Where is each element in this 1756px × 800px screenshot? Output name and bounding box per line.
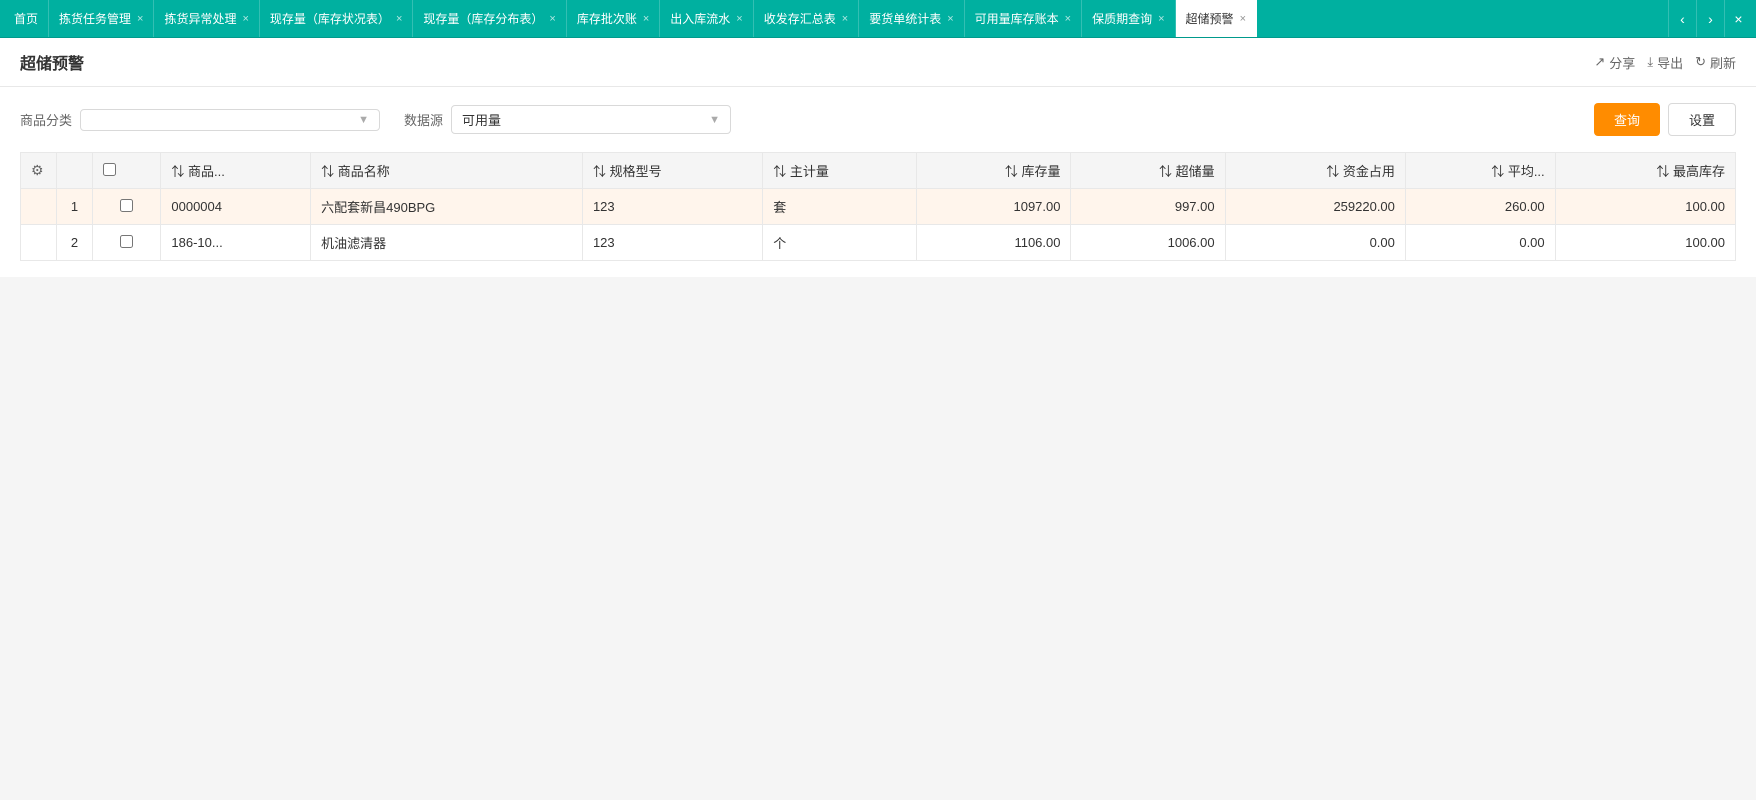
td-capital: 259220.00 <box>1225 189 1405 225</box>
td-overstock: 997.00 <box>1071 189 1225 225</box>
nav-tab-in-out-flow[interactable]: 出入库流水 × <box>660 0 753 38</box>
header-actions: ↗ 分享 ⤓ 导出 ↻ 刷新 <box>1594 53 1736 72</box>
refresh-icon: ↻ <box>1695 54 1706 70</box>
close-icon[interactable]: × <box>842 13 848 25</box>
nav-tab-batch-account[interactable]: 库存批次账 × <box>567 0 660 38</box>
th-avg[interactable]: ⇅ 平均... <box>1405 153 1555 189</box>
close-icon[interactable]: × <box>137 13 143 25</box>
category-filter: 商品分类 ▼ <box>20 109 380 131</box>
table-header-row: ⚙ ⇅ 商品... ⇅ 商品名称 ⇅ 规格型号 ⇅ 主计量 <box>21 153 1736 189</box>
main-content: 商品分类 ▼ 数据源 可用量 ▼ 查询 设置 ⚙ <box>0 87 1756 277</box>
th-overstock[interactable]: ⇅ 超储量 <box>1071 153 1225 189</box>
nav-arrow-close[interactable]: × <box>1724 0 1752 38</box>
nav-tab-overstock-warning[interactable]: 超储预警 × <box>1176 0 1257 38</box>
close-icon[interactable]: × <box>947 13 953 25</box>
td-max-stock: 100.00 <box>1555 225 1735 261</box>
nav-tab-order-stats[interactable]: 要货单统计表 × <box>859 0 964 38</box>
filter-actions: 查询 设置 <box>1594 103 1736 136</box>
td-num: 1 <box>57 189 93 225</box>
close-icon[interactable]: × <box>549 13 555 25</box>
share-icon: ↗ <box>1594 54 1605 70</box>
th-unit[interactable]: ⇅ 主计量 <box>763 153 917 189</box>
nav-tab-task-mgmt[interactable]: 拣货任务管理 × <box>49 0 154 38</box>
filter-row: 商品分类 ▼ 数据源 可用量 ▼ 查询 设置 <box>20 103 1736 136</box>
datasource-filter: 数据源 可用量 ▼ <box>404 105 731 134</box>
nav-arrow-right[interactable]: › <box>1696 0 1724 38</box>
data-table: ⚙ ⇅ 商品... ⇅ 商品名称 ⇅ 规格型号 ⇅ 主计量 <box>20 152 1736 261</box>
nav-arrow-left[interactable]: ‹ <box>1668 0 1696 38</box>
th-product-code[interactable]: ⇅ 商品... <box>161 153 311 189</box>
nav-tab-available-account[interactable]: 可用量库存账本 × <box>965 0 1082 38</box>
query-button[interactable]: 查询 <box>1594 103 1660 136</box>
settings-button[interactable]: 设置 <box>1668 103 1736 136</box>
category-select[interactable]: ▼ <box>80 109 380 131</box>
nav-tab-home[interactable]: 首页 <box>4 0 49 38</box>
td-spec: 123 <box>582 225 762 261</box>
td-unit: 个 <box>763 225 917 261</box>
td-stock: 1097.00 <box>917 189 1071 225</box>
export-icon: ⤓ <box>1647 54 1653 70</box>
td-unit: 套 <box>763 189 917 225</box>
datasource-select[interactable]: 可用量 ▼ <box>451 105 731 134</box>
td-capital: 0.00 <box>1225 225 1405 261</box>
nav-arrows: ‹ › × <box>1668 0 1752 38</box>
td-num: 2 <box>57 225 93 261</box>
datasource-label: 数据源 <box>404 110 443 129</box>
td-product-code: 0000004 <box>161 189 311 225</box>
close-icon[interactable]: × <box>1240 13 1246 25</box>
th-num <box>57 153 93 189</box>
th-product-name[interactable]: ⇅ 商品名称 <box>311 153 583 189</box>
td-avg: 260.00 <box>1405 189 1555 225</box>
table-row: 1 0000004 六配套新昌490BPG 123 套 1097.00 997.… <box>21 189 1736 225</box>
th-capital[interactable]: ⇅ 资金占用 <box>1225 153 1405 189</box>
th-spec[interactable]: ⇅ 规格型号 <box>582 153 762 189</box>
export-button[interactable]: ⤓ 导出 <box>1647 53 1683 72</box>
td-spec: 123 <box>582 189 762 225</box>
td-avg: 0.00 <box>1405 225 1555 261</box>
td-product-code: 186-10... <box>161 225 311 261</box>
td-gear <box>21 225 57 261</box>
td-checkbox <box>93 225 161 261</box>
th-stock[interactable]: ⇅ 库存量 <box>917 153 1071 189</box>
nav-tab-quality-period[interactable]: 保质期查询 × <box>1082 0 1175 38</box>
page-header: 超储预警 ↗ 分享 ⤓ 导出 ↻ 刷新 <box>0 38 1756 87</box>
top-nav: 首页 拣货任务管理 × 拣货异常处理 × 现存量（库存状况表） × 现存量（库存… <box>0 0 1756 38</box>
close-icon[interactable]: × <box>242 13 248 25</box>
td-overstock: 1006.00 <box>1071 225 1225 261</box>
close-icon[interactable]: × <box>736 13 742 25</box>
category-label: 商品分类 <box>20 110 72 129</box>
td-max-stock: 100.00 <box>1555 189 1735 225</box>
chevron-down-icon: ▼ <box>358 114 369 126</box>
td-checkbox <box>93 189 161 225</box>
table-row: 2 186-10... 机油滤清器 123 个 1106.00 1006.00 … <box>21 225 1736 261</box>
row-checkbox[interactable] <box>120 235 133 248</box>
th-checkbox <box>93 153 161 189</box>
th-gear[interactable]: ⚙ <box>21 153 57 189</box>
close-icon[interactable]: × <box>1065 13 1071 25</box>
datasource-value: 可用量 <box>462 110 501 129</box>
close-icon[interactable]: × <box>1158 13 1164 25</box>
nav-tab-inventory-status[interactable]: 现存量（库存状况表） × <box>260 0 413 38</box>
td-product-name: 机油滤清器 <box>311 225 583 261</box>
th-max-stock[interactable]: ⇅ 最高库存 <box>1555 153 1735 189</box>
nav-tab-abnormal[interactable]: 拣货异常处理 × <box>154 0 259 38</box>
share-button[interactable]: ↗ 分享 <box>1594 53 1635 72</box>
chevron-down-icon: ▼ <box>709 114 720 126</box>
td-product-name: 六配套新昌490BPG <box>311 189 583 225</box>
td-stock: 1106.00 <box>917 225 1071 261</box>
close-icon[interactable]: × <box>396 13 402 25</box>
select-all-checkbox[interactable] <box>103 163 116 176</box>
row-checkbox[interactable] <box>120 199 133 212</box>
page-title: 超储预警 <box>20 50 84 74</box>
td-gear <box>21 189 57 225</box>
nav-tab-collect-summary[interactable]: 收发存汇总表 × <box>754 0 859 38</box>
nav-tab-inventory-dist[interactable]: 现存量（库存分布表） × <box>413 0 566 38</box>
refresh-button[interactable]: ↻ 刷新 <box>1695 53 1736 72</box>
gear-icon[interactable]: ⚙ <box>31 162 44 178</box>
close-icon[interactable]: × <box>643 13 649 25</box>
